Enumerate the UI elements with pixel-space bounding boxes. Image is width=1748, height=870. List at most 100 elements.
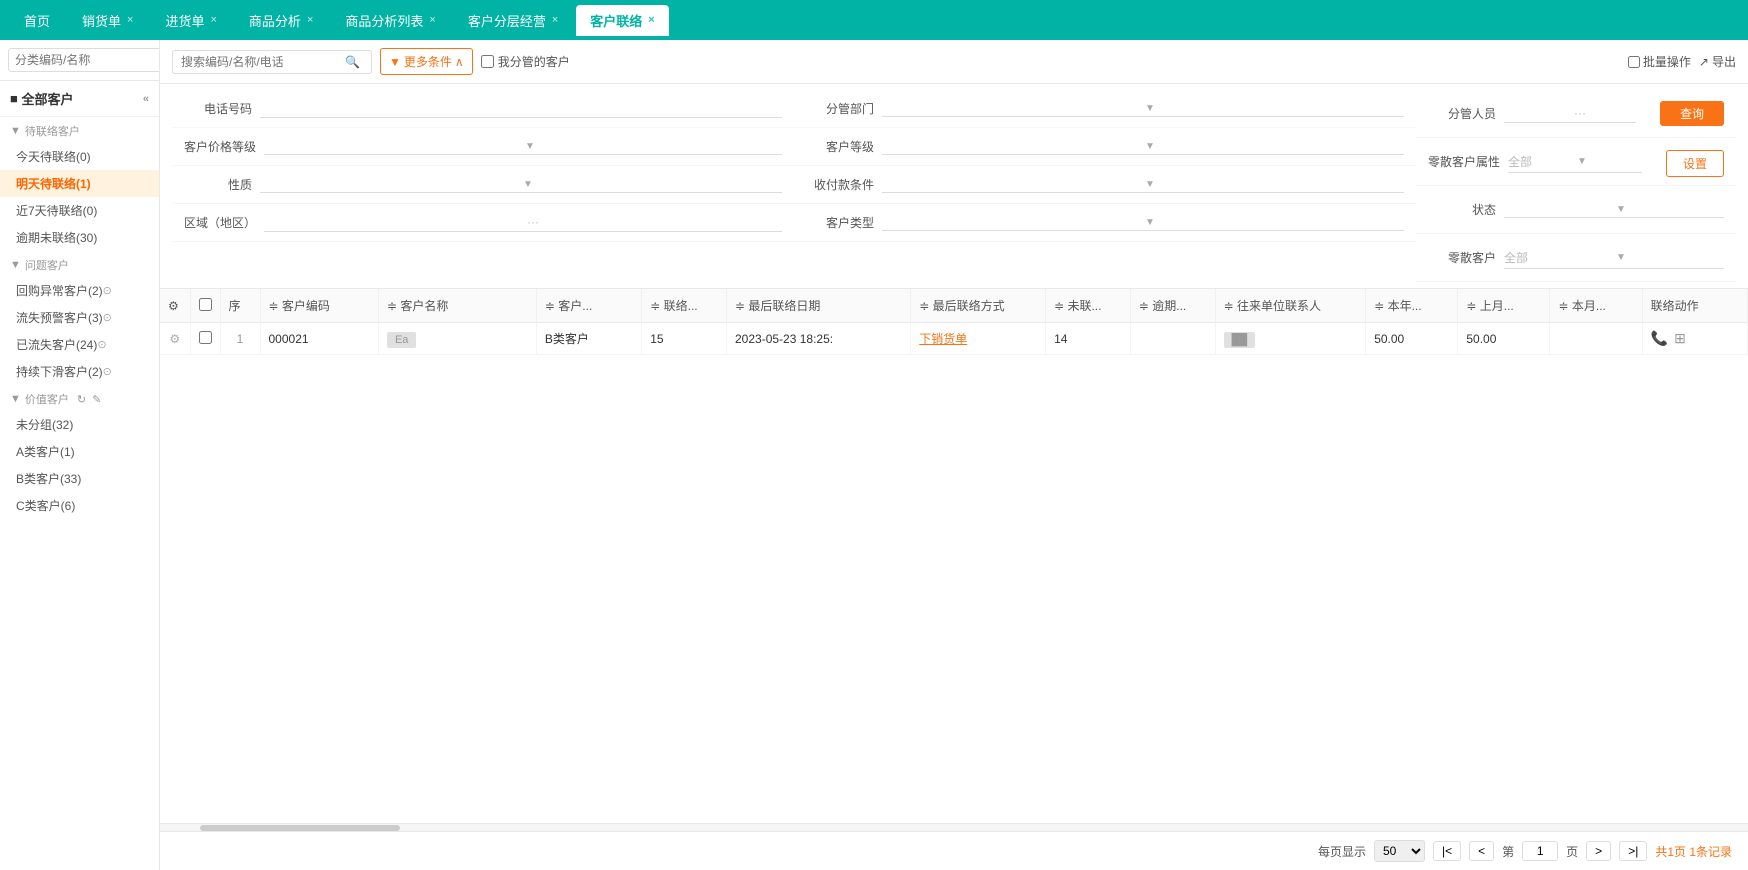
adv-phone: 电话号码 [172, 90, 794, 128]
per-page-select[interactable]: 10 20 50 100 [1374, 840, 1425, 862]
th-this-month[interactable]: ≑ 本月... [1550, 289, 1642, 323]
adv-retail-customer: 零散客户 全部 ▼ [1416, 234, 1736, 282]
phone-action-icon[interactable]: 📞 [1651, 330, 1668, 347]
th-contact-person[interactable]: ≑ 往来单位联系人 [1215, 289, 1366, 323]
close-icon[interactable]: × [552, 14, 558, 26]
sidebar-search-input[interactable] [8, 48, 160, 72]
nav-tab-analysis-list[interactable]: 商品分析列表 × [331, 5, 449, 36]
td-name: Ea [378, 323, 536, 355]
search-box: 🔍 [172, 50, 372, 74]
sidebar-item-7days[interactable]: 近7天待联络(0) [0, 197, 159, 224]
table-row: ⚙ 1 000021 Ea B类客户 15 2023-05-23 18:25: … [160, 323, 1748, 355]
nav-tab-sales[interactable]: 销货单 × [68, 5, 147, 36]
nav-tab-customer-seg[interactable]: 客户分层经营 × [454, 5, 572, 36]
page-input[interactable] [1522, 841, 1558, 861]
close-icon[interactable]: × [127, 14, 133, 26]
last-page-button[interactable]: >| [1619, 841, 1647, 861]
nav-tab-purchase[interactable]: 进货单 × [151, 5, 230, 36]
th-this-year[interactable]: ≑ 本年... [1366, 289, 1458, 323]
status-select[interactable]: ▼ [1504, 202, 1724, 218]
grid-action-icon[interactable]: ⊞ [1674, 330, 1686, 347]
refresh-icon[interactable]: ↻ [77, 393, 86, 406]
pagination: 每页显示 10 20 50 100 |< < 第 页 > >| 共1页 1条记录 [160, 831, 1748, 870]
th-checkbox[interactable] [190, 289, 220, 323]
chevron-down-icon: ▼ [525, 141, 782, 152]
td-checkbox[interactable] [190, 323, 220, 355]
per-page-label: 每页显示 [1318, 843, 1366, 860]
sidebar-item-class-b[interactable]: B类客户(33) [0, 465, 159, 492]
th-name[interactable]: ≑ 客户名称 [378, 289, 536, 323]
dots-icon[interactable]: ··· [1574, 106, 1636, 120]
main-search-input[interactable] [181, 55, 341, 69]
th-unlinking[interactable]: ≑ 未联... [1046, 289, 1131, 323]
dept-select[interactable]: ▼ [882, 101, 1404, 117]
region-select[interactable]: ··· [264, 213, 782, 232]
close-icon[interactable]: × [429, 14, 435, 26]
price-level-select[interactable]: ▼ [264, 139, 782, 155]
prev-page-button[interactable]: < [1469, 841, 1494, 861]
sidebar-item-tomorrow[interactable]: 明天待联络(1) [0, 170, 159, 197]
adv-filter-area: 电话号码 客户价格等级 ▼ 性质 ▼ [160, 84, 1748, 289]
td-code: 000021 [260, 323, 378, 355]
close-icon[interactable]: × [210, 14, 216, 26]
sidebar-item-overdue[interactable]: 逾期未联络(30) [0, 224, 159, 251]
content-area: 🔍 ▼ 更多条件 ∧ 我分管的客户 批量操作 ↗ 导出 [160, 40, 1748, 870]
close-icon[interactable]: × [648, 14, 654, 26]
export-button[interactable]: ↗ 导出 [1699, 53, 1736, 70]
th-contact-count[interactable]: ≑ 联络... [642, 289, 727, 323]
settings-button[interactable]: 设置 [1666, 150, 1724, 177]
sidebar-item-warning[interactable]: 流失预警客户(3) ⊙ [0, 304, 159, 331]
next-page-button[interactable]: > [1586, 841, 1611, 861]
scroll-thumb[interactable] [200, 825, 400, 831]
sidebar-item-today[interactable]: 今天待联络(0) [0, 143, 159, 170]
th-gear[interactable]: ⚙ [160, 289, 190, 323]
phone-input[interactable] [260, 99, 782, 118]
close-icon[interactable]: × [307, 14, 313, 26]
th-last-month[interactable]: ≑ 上月... [1458, 289, 1550, 323]
more-filter-button[interactable]: ▼ 更多条件 ∧ [380, 48, 473, 75]
nav-tab-analysis[interactable]: 商品分析 × [235, 5, 327, 36]
sidebar-item-class-c[interactable]: C类客户(6) [0, 492, 159, 519]
th-overdue[interactable]: ≑ 逾期... [1130, 289, 1215, 323]
th-last-method[interactable]: ≑ 最后联络方式 [911, 289, 1046, 323]
sidebar-item-ungrouped[interactable]: 未分组(32) [0, 411, 159, 438]
td-gear[interactable]: ⚙ [160, 323, 190, 355]
batch-check[interactable] [1628, 56, 1640, 68]
customer-type-select[interactable]: ▼ [882, 215, 1404, 231]
sidebar-item-declining[interactable]: 持续下滑客户(2) ⊙ [0, 358, 159, 385]
td-last-method: 下销货单 [911, 323, 1046, 355]
search-icon[interactable]: 🔍 [345, 55, 360, 69]
dots-icon[interactable]: ··· [527, 215, 782, 229]
nav-home[interactable]: 首页 [10, 5, 64, 36]
payment-select[interactable]: ▼ [882, 177, 1404, 193]
sidebar-item-lost[interactable]: 已流失客户(24) ⊙ [0, 331, 159, 358]
retail-customer-select[interactable]: 全部 ▼ [1504, 247, 1724, 269]
select-all-check[interactable] [199, 298, 212, 311]
row-check[interactable] [199, 331, 212, 344]
horizontal-scrollbar[interactable] [160, 823, 1748, 831]
first-page-button[interactable]: |< [1433, 841, 1461, 861]
th-code[interactable]: ≑ 客户编码 [260, 289, 378, 323]
adv-payment: 收付款条件 ▼ [794, 166, 1416, 204]
chevron-left-icon[interactable]: « [143, 93, 149, 105]
my-customers-checkbox[interactable]: 我分管的客户 [481, 53, 570, 70]
nav-tab-customer-contact[interactable]: 客户联络 × [576, 5, 668, 36]
td-index: 1 [220, 323, 260, 355]
td-last-date: 2023-05-23 18:25: [727, 323, 911, 355]
filter-icon: ▼ [389, 55, 401, 69]
my-customers-check[interactable] [481, 55, 494, 68]
sidebar-item-class-a[interactable]: A类客户(1) [0, 438, 159, 465]
edit-icon[interactable]: ✎ [92, 393, 101, 406]
manager-select[interactable]: ··· [1504, 104, 1636, 123]
sidebar-all-customers[interactable]: ■ 全部客户 « [0, 81, 159, 117]
query-button[interactable]: 查询 [1660, 101, 1724, 126]
th-last-date[interactable]: ≑ 最后联络日期 [727, 289, 911, 323]
nature-select[interactable]: ▼ [260, 177, 782, 193]
sidebar-item-abnormal[interactable]: 回购异常客户(2) ⊙ [0, 277, 159, 304]
batch-operation-button[interactable]: 批量操作 [1628, 53, 1691, 70]
retail-attr-select[interactable]: 全部 ▼ [1508, 151, 1642, 173]
customer-level-select[interactable]: ▼ [882, 139, 1404, 155]
td-action: 📞 ⊞ [1642, 323, 1747, 355]
last-method-link[interactable]: 下销货单 [919, 332, 967, 346]
th-type[interactable]: ≑ 客户... [536, 289, 641, 323]
